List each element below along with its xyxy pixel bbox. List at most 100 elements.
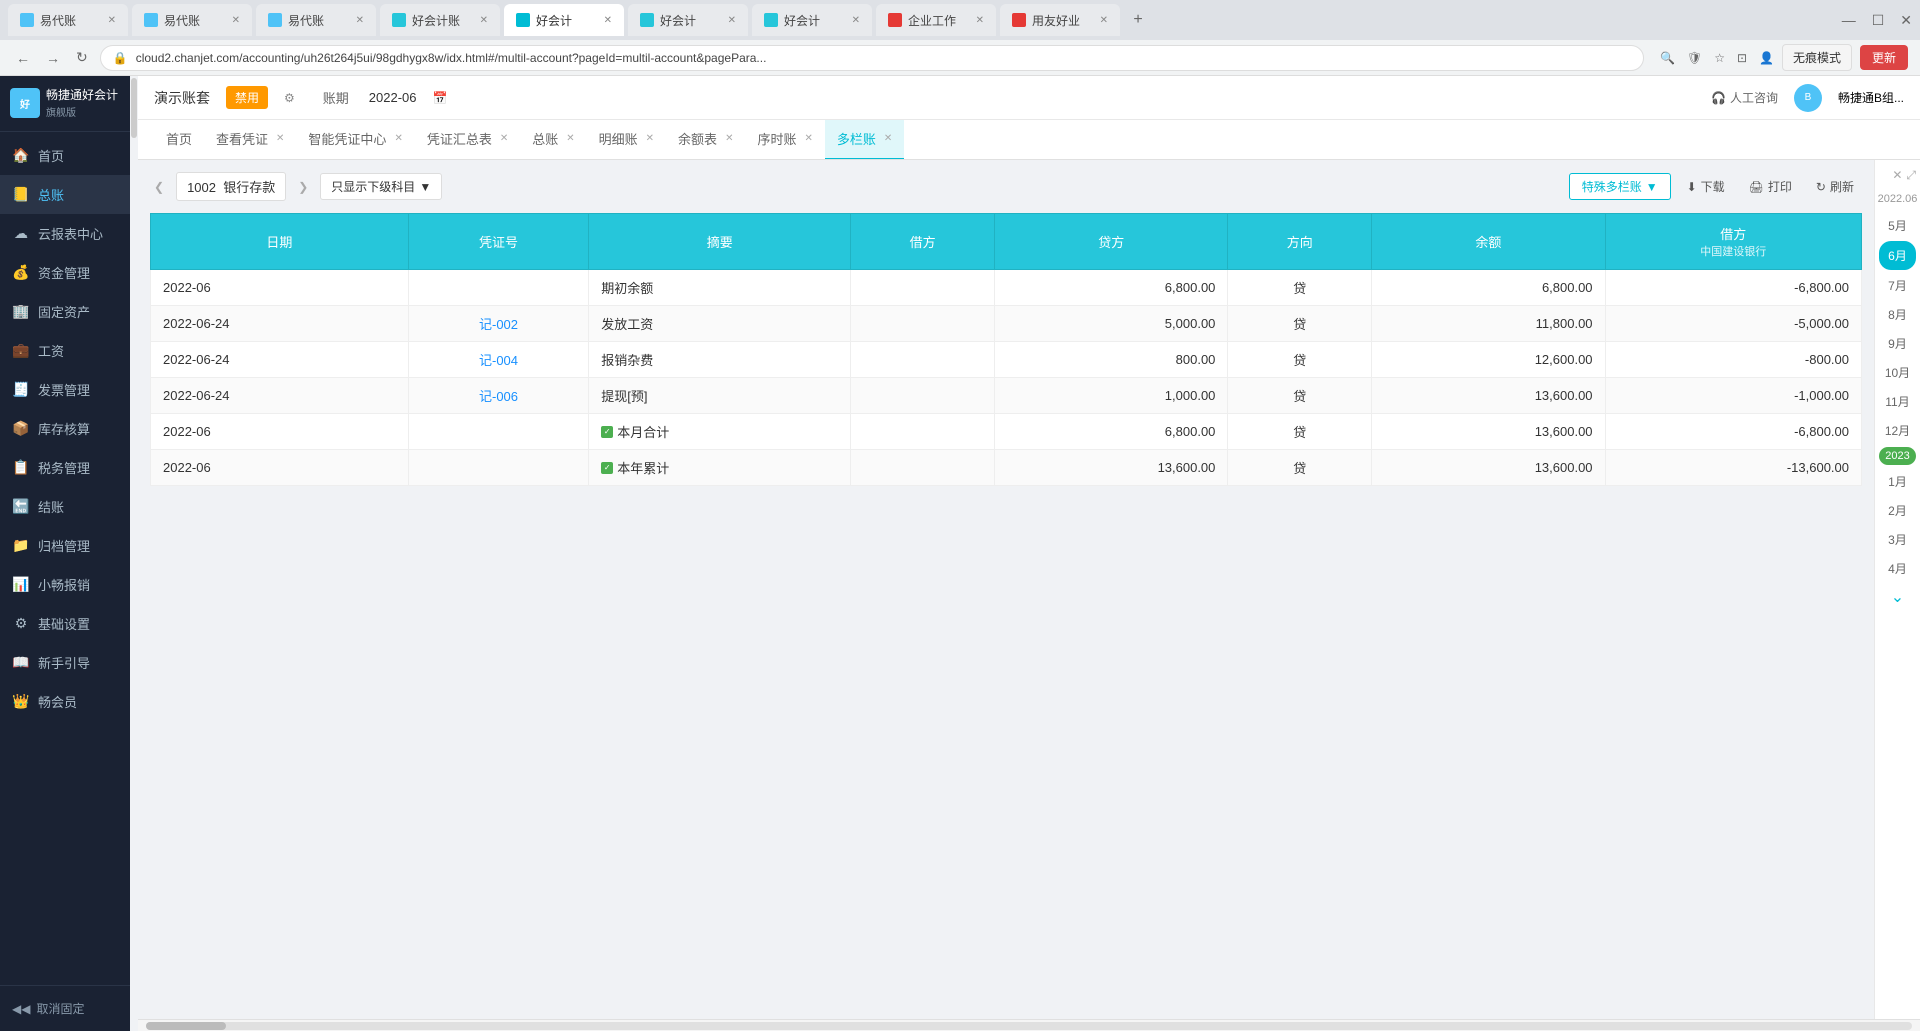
time-month-nov[interactable]: 11月 [1875, 387, 1920, 416]
sidebar-item-invoice[interactable]: 🧾 发票管理 [0, 370, 130, 409]
time-month-mar[interactable]: 3月 [1875, 525, 1920, 554]
time-month-apr[interactable]: 4月 [1875, 554, 1920, 583]
consult-button[interactable]: 🎧 人工咨询 [1711, 89, 1778, 106]
time-month-dec[interactable]: 12月 [1875, 416, 1920, 445]
sidebar-item-home[interactable]: 🏠 首页 [0, 136, 130, 175]
tab-close-3[interactable]: ✕ [356, 15, 364, 26]
cell-voucher[interactable]: 记-006 [408, 378, 588, 414]
tab-balance[interactable]: 余额表 ✕ [666, 120, 745, 160]
shield-icon[interactable]: 🛡 [1687, 51, 1702, 65]
tab-close-8[interactable]: ✕ [976, 15, 984, 26]
sidebar-item-member[interactable]: 👑 畅会员 [0, 682, 130, 721]
sidebar-scrollbar[interactable] [130, 76, 138, 1031]
next-account-button[interactable]: ❯ [294, 176, 312, 198]
browser-tab-3[interactable]: 易代账 ✕ [256, 4, 376, 36]
maximize-button[interactable]: ☐ [1872, 12, 1885, 29]
time-month-july[interactable]: 7月 [1875, 271, 1920, 300]
panel-close-button[interactable]: ✕ [1892, 168, 1902, 183]
tab-home[interactable]: 首页 [154, 120, 204, 160]
panel-expand-button[interactable]: ⤢ [1906, 168, 1916, 183]
sidebar-item-cloud-report[interactable]: ☁ 云报表中心 [0, 214, 130, 253]
new-tab-button[interactable]: + [1124, 6, 1152, 34]
unpin-button[interactable]: ◀◀ 取消固定 [12, 994, 118, 1023]
voucher-link[interactable]: 记-004 [479, 353, 518, 368]
tab-voucher-view[interactable]: 查看凭证 ✕ [204, 120, 296, 160]
tab-detail-ledger[interactable]: 明细账 ✕ [587, 120, 666, 160]
time-month-june[interactable]: 6月 [1879, 241, 1916, 270]
tab-general-ledger[interactable]: 总账 ✕ [520, 120, 586, 160]
time-month-aug[interactable]: 8月 [1875, 300, 1920, 329]
time-month-feb[interactable]: 2月 [1875, 496, 1920, 525]
tab-seq-ledger[interactable]: 序时账 ✕ [745, 120, 824, 160]
browser-tab-6[interactable]: 好会计 ✕ [628, 4, 748, 36]
url-bar[interactable]: 🔒 cloud2.chanjet.com/accounting/uh26t264… [100, 45, 1644, 71]
tab-smart-voucher[interactable]: 智能凭证中心 ✕ [296, 120, 414, 160]
voucher-link[interactable]: 记-006 [479, 389, 518, 404]
browser-tab-1[interactable]: 易代账 ✕ [8, 4, 128, 36]
tab-multi-ledger[interactable]: 多栏账 ✕ [825, 120, 904, 160]
sidebar-item-tax[interactable]: 📋 税务管理 [0, 448, 130, 487]
time-month-oct[interactable]: 10月 [1875, 358, 1920, 387]
refresh-button[interactable]: ↻ [72, 45, 92, 70]
show-sub-button[interactable]: 只显示下级科目 ▼ [320, 173, 442, 200]
cell-voucher[interactable]: 记-002 [408, 306, 588, 342]
search-icon[interactable]: 🔍 [1660, 51, 1675, 65]
scroll-down-button[interactable]: ⌄ [1887, 583, 1908, 611]
voucher-link[interactable]: 记-002 [479, 317, 518, 332]
tab-close-7[interactable]: ✕ [852, 15, 860, 26]
bottom-scrollbar[interactable] [138, 1019, 1920, 1031]
sidebar-item-expense[interactable]: 📊 小畅报销 [0, 565, 130, 604]
browser-tab-9[interactable]: 用友好业 ✕ [1000, 4, 1120, 36]
refresh-ledger-button[interactable]: ↻ 刷新 [1808, 174, 1862, 199]
forward-button[interactable]: → [42, 46, 64, 70]
time-month-jan[interactable]: 1月 [1875, 467, 1920, 496]
minimize-button[interactable]: — [1842, 12, 1856, 28]
close-button[interactable]: ✕ [1900, 12, 1912, 29]
tab-close-5[interactable]: ✕ [604, 15, 612, 26]
extensions-icon[interactable]: ⊡ [1737, 51, 1747, 65]
sidebar-scroll-thumb[interactable] [131, 78, 137, 138]
time-month-sep[interactable]: 9月 [1875, 329, 1920, 358]
print-button[interactable]: 🖨 打印 [1741, 174, 1800, 199]
tab-voucher-summary[interactable]: 凭证汇总表 ✕ [415, 120, 520, 160]
browser-tab-5[interactable]: 好会计 ✕ [504, 4, 624, 36]
tab-summary-close[interactable]: ✕ [500, 133, 508, 144]
sidebar-item-archive[interactable]: 📁 归档管理 [0, 526, 130, 565]
sidebar-item-close[interactable]: 🔚 结账 [0, 487, 130, 526]
tab-balance-close[interactable]: ✕ [725, 133, 733, 144]
browser-tab-4[interactable]: 好会计账 ✕ [380, 4, 500, 36]
scroll-thumb[interactable] [146, 1022, 226, 1030]
profile-icon[interactable]: 👤 [1759, 51, 1774, 65]
tab-close-9[interactable]: ✕ [1100, 15, 1108, 26]
header-settings-icon[interactable]: ⚙ [284, 91, 295, 105]
sidebar-item-inventory[interactable]: 📦 库存核算 [0, 409, 130, 448]
star-icon[interactable]: ☆ [1714, 51, 1725, 65]
tab-multi-close[interactable]: ✕ [884, 133, 892, 144]
sidebar-item-salary[interactable]: 💼 工资 [0, 331, 130, 370]
prev-account-button[interactable]: ❮ [150, 176, 168, 198]
update-button[interactable]: 更新 [1860, 45, 1908, 70]
sidebar-item-finance[interactable]: 💰 资金管理 [0, 253, 130, 292]
wuhen-mode-button[interactable]: 无痕模式 [1782, 44, 1852, 71]
browser-tab-8[interactable]: 企业工作 ✕ [876, 4, 996, 36]
sidebar-item-settings[interactable]: ⚙ 基础设置 [0, 604, 130, 643]
calendar-icon[interactable]: 📅 [433, 91, 448, 105]
sidebar-item-ledger[interactable]: 📒 总账 [0, 175, 130, 214]
special-ledger-button[interactable]: 特殊多栏账 ▼ [1569, 173, 1671, 200]
tab-general-close[interactable]: ✕ [566, 133, 574, 144]
back-button[interactable]: ← [12, 46, 34, 70]
account-selector[interactable]: 1002 银行存款 [176, 172, 286, 201]
tab-voucher-close[interactable]: ✕ [276, 133, 284, 144]
cell-voucher[interactable]: 记-004 [408, 342, 588, 378]
sidebar-item-assets[interactable]: 🏢 固定资产 [0, 292, 130, 331]
sidebar-item-guide[interactable]: 📖 新手引导 [0, 643, 130, 682]
tab-close-6[interactable]: ✕ [728, 15, 736, 26]
browser-tab-2[interactable]: 易代账 ✕ [132, 4, 252, 36]
browser-tab-7[interactable]: 好会计 ✕ [752, 4, 872, 36]
download-button[interactable]: ⬇ 下载 [1679, 174, 1733, 199]
tab-detail-close[interactable]: ✕ [646, 133, 654, 144]
tab-smart-close[interactable]: ✕ [394, 133, 402, 144]
tab-seq-close[interactable]: ✕ [804, 133, 812, 144]
tab-close-4[interactable]: ✕ [480, 15, 488, 26]
tab-close-1[interactable]: ✕ [108, 15, 116, 26]
